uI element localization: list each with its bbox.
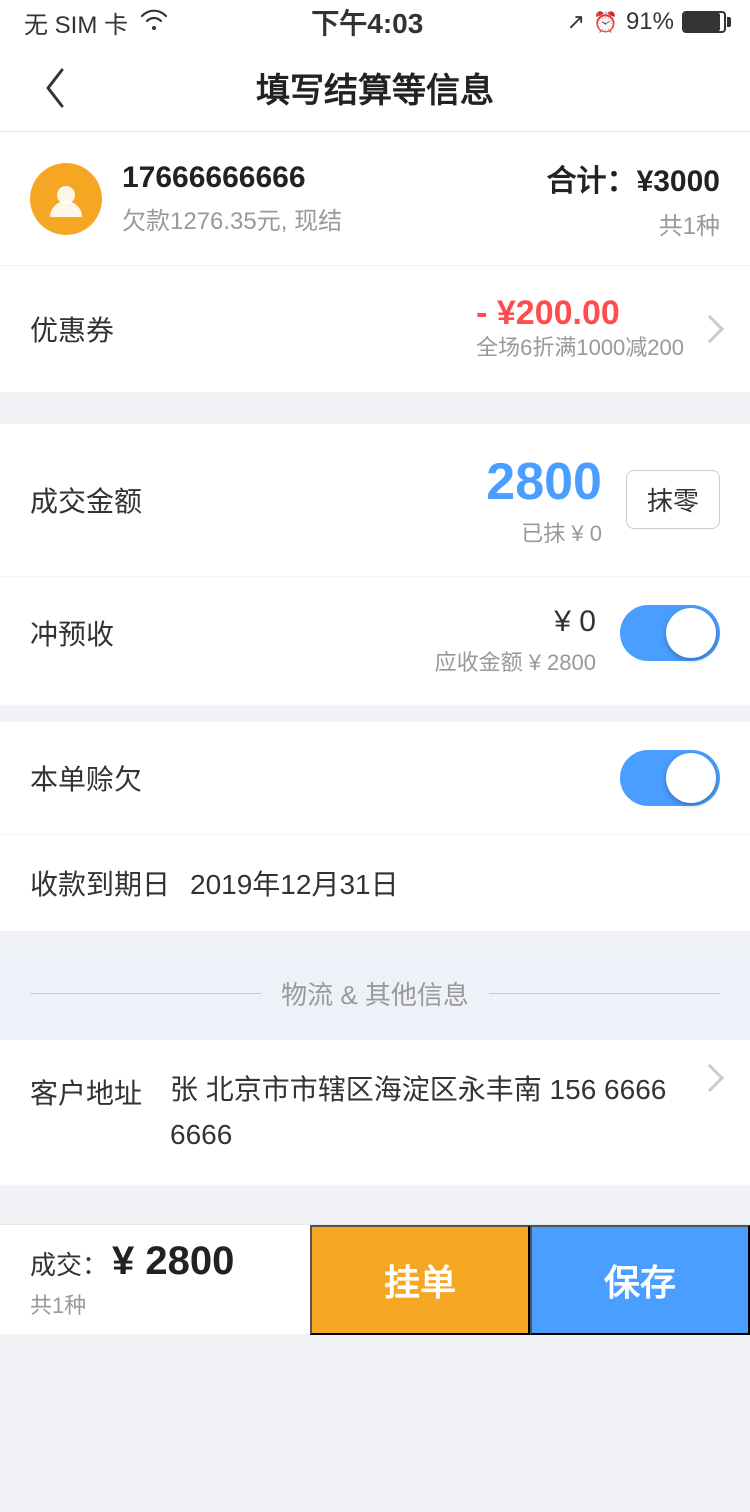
date-value: 2019年12月31日 — [190, 863, 399, 903]
toggle-knob-2 — [666, 753, 716, 803]
avatar — [30, 163, 102, 235]
coupon-right: - ¥200.00 全场6折满1000减200 — [476, 294, 720, 364]
round-zero-button[interactable]: 抹零 — [626, 470, 720, 529]
date-label: 收款到期日 — [30, 863, 170, 903]
total-label: 合计： — [547, 165, 637, 198]
deal-amount-sub: 已抹 ¥ 0 — [170, 516, 602, 548]
save-button[interactable]: 保存 — [530, 1225, 750, 1335]
customer-phone: 17666666666 — [122, 161, 547, 195]
customer-total: 合计：¥3000 共1种 — [547, 156, 720, 241]
deal-amount-row: 成交金额 2800 已抹 ¥ 0 抹零 — [0, 424, 750, 577]
chong-values: ¥ 0 应收金额 ¥ 2800 — [170, 605, 596, 677]
status-right: ↗ ⏰ 91% — [567, 8, 726, 36]
chong-toggle-container — [620, 605, 720, 661]
customer-info: 17666666666 欠款1276.35元, 现结 — [122, 161, 547, 236]
ben-dan-shequian-row: 本单赊欠 — [0, 722, 750, 835]
chong-yushou-toggle[interactable] — [620, 605, 720, 661]
logistics-header: 物流 & 其他信息 — [0, 947, 750, 1040]
deal-amount-label: 成交金额 — [30, 480, 170, 520]
status-bar: 无 SIM 卡 下午4:03 ↗ ⏰ 91% — [0, 0, 750, 44]
bottom-summary: 成交： ¥ 2800 共1种 — [0, 1239, 310, 1320]
battery-icon — [682, 11, 726, 33]
bottom-bar: 成交： ¥ 2800 共1种 挂单 保存 — [0, 1224, 750, 1334]
customer-debt: 欠款1276.35元, 现结 — [122, 201, 547, 236]
coupon-desc: 全场6折满1000减200 — [476, 333, 684, 364]
section-divider-3 — [0, 931, 750, 947]
address-label: 客户地址 — [30, 1068, 170, 1112]
chong-yushou-row: 冲预收 ¥ 0 应收金额 ¥ 2800 — [0, 577, 750, 706]
logistics-line-left — [30, 993, 261, 994]
customer-row: 17666666666 欠款1276.35元, 现结 合计：¥3000 共1种 — [0, 132, 750, 266]
address-value: 张 北京市市辖区海淀区永丰南 156 6666 6666 — [170, 1068, 676, 1158]
round-zero-container: 抹零 — [626, 470, 720, 529]
wifi-icon — [140, 8, 168, 37]
address-chevron-icon — [696, 1064, 724, 1092]
section-divider-1 — [0, 408, 750, 424]
bottom-deal-row: 成交： ¥ 2800 — [30, 1239, 280, 1284]
bottom-spacer — [0, 1386, 750, 1512]
ben-dan-shequian-toggle[interactable] — [620, 750, 720, 806]
total-amount: 合计：¥3000 — [547, 156, 720, 200]
chong-amount: ¥ 0 — [170, 605, 596, 639]
chevron-right-icon — [696, 315, 724, 343]
address-row[interactable]: 客户地址 张 北京市市辖区海淀区永丰南 156 6666 6666 — [0, 1040, 750, 1187]
coupon-discount: - ¥200.00 — [476, 294, 684, 333]
customer-card: 17666666666 欠款1276.35元, 现结 合计：¥3000 共1种 … — [0, 132, 750, 392]
logistics-text: 物流 & 其他信息 — [281, 975, 469, 1012]
back-button[interactable] — [24, 58, 84, 118]
coupon-label: 优惠券 — [30, 309, 114, 349]
logistics-line-right — [489, 993, 720, 994]
bottom-count: 共1种 — [30, 1288, 280, 1320]
bottom-deal-label: 成交： — [30, 1245, 108, 1282]
coupon-row[interactable]: 优惠券 - ¥200.00 全场6折满1000减200 — [0, 266, 750, 392]
hang-single-button[interactable]: 挂单 — [310, 1225, 530, 1335]
alarm-icon: ⏰ — [593, 10, 618, 35]
deal-amount-value: 2800 — [170, 452, 602, 512]
total-count: 共1种 — [547, 206, 720, 241]
toggle-knob — [666, 608, 716, 658]
carrier-label: 无 SIM 卡 — [24, 5, 128, 40]
debt-label: 本单赊欠 — [30, 758, 620, 798]
chong-sub: 应收金额 ¥ 2800 — [170, 645, 596, 677]
status-left: 无 SIM 卡 — [24, 5, 168, 40]
battery-percent: 91% — [626, 8, 674, 36]
bottom-amount: ¥ 2800 — [112, 1239, 234, 1284]
section-divider-2 — [0, 706, 750, 722]
collection-date-row: 收款到期日 2019年12月31日 — [0, 835, 750, 931]
nav-bar: 填写结算等信息 — [0, 44, 750, 132]
total-amount-value: ¥3000 — [637, 165, 720, 198]
location-icon: ↗ — [567, 9, 585, 35]
chong-label: 冲预收 — [30, 605, 170, 653]
status-time: 下午4:03 — [311, 2, 423, 42]
page-title: 填写结算等信息 — [84, 63, 666, 112]
